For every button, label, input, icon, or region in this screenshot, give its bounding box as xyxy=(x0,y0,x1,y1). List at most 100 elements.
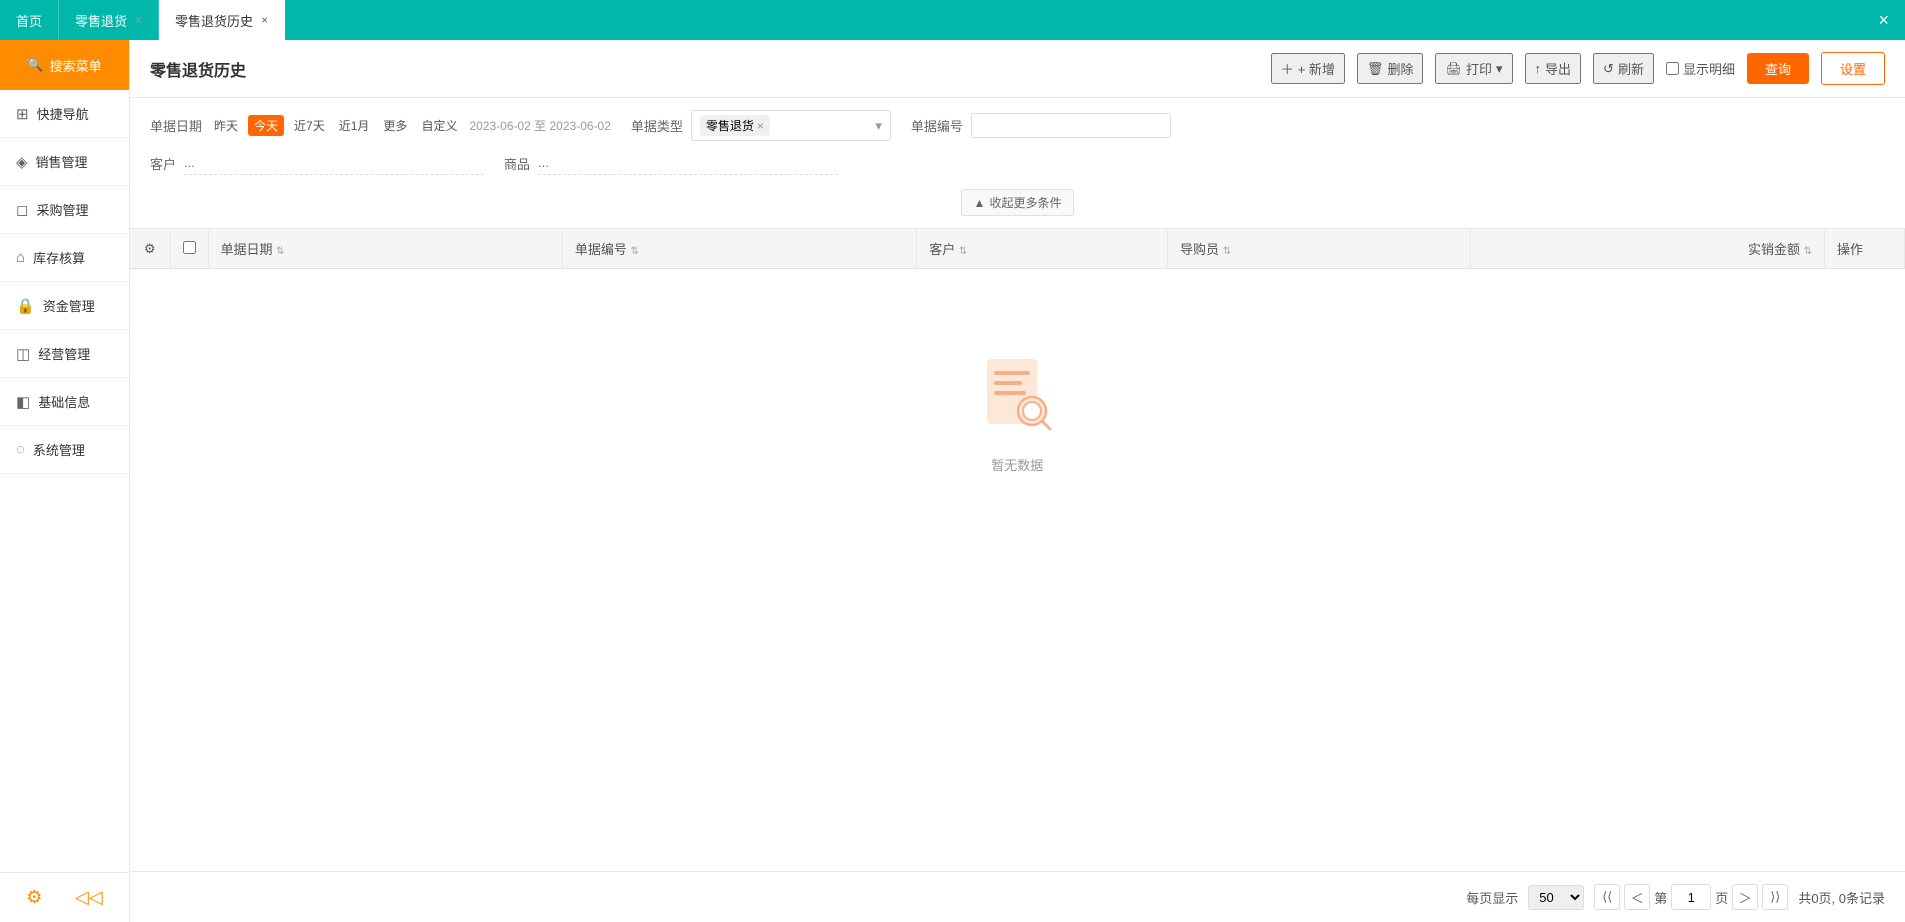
select-all-checkbox[interactable] xyxy=(183,241,196,254)
date-option-7days[interactable]: 近7天 xyxy=(290,115,329,136)
tab-bar: 首页 零售退货 × 零售退货历史 × xyxy=(0,0,1878,40)
delete-icon: 🗑 xyxy=(1367,61,1384,77)
th-date-label: 单据日期 xyxy=(221,242,273,257)
date-option-more[interactable]: 更多 xyxy=(379,115,411,136)
delete-button[interactable]: 🗑 删除 xyxy=(1357,53,1424,84)
chevron-down-icon: ▾ xyxy=(875,118,882,134)
new-button[interactable]: ＋ + 新增 xyxy=(1271,53,1345,84)
query-button[interactable]: 查询 xyxy=(1747,53,1809,84)
sidebar-item-inventory[interactable]: ⌂ 库存核算 xyxy=(0,234,129,282)
th-guide: 导购员 ⇅ xyxy=(1168,229,1471,269)
export-icon: ↑ xyxy=(1535,61,1542,76)
sidebar-item-purchase-mgmt[interactable]: ◻ 采购管理 xyxy=(0,186,129,234)
sidebar-item-label: 销售管理 xyxy=(36,152,88,171)
table-body: 暂无数据 xyxy=(130,269,1905,555)
volume-icon[interactable]: ◁◁ xyxy=(75,887,103,908)
print-icon: 🖨 xyxy=(1445,61,1462,77)
date-options: 昨天 今天 近7天 近1月 更多 自定义 xyxy=(210,115,461,136)
per-page-select[interactable]: 10 20 50 100 xyxy=(1528,885,1584,910)
voucher-type-remove-icon[interactable]: × xyxy=(757,119,764,133)
empty-text: 暂无数据 xyxy=(991,455,1043,474)
voucher-no-label: 单据编号 xyxy=(911,116,963,135)
delete-label: 删除 xyxy=(1387,59,1413,78)
refresh-label: 刷新 xyxy=(1618,59,1644,78)
th-customer: 客户 ⇅ xyxy=(917,229,1168,269)
voucher-type-group: 单据类型 零售退货 × ▾ xyxy=(631,110,891,141)
sidebar-item-quick-nav[interactable]: ⊞ 快捷导航 xyxy=(0,90,129,138)
tab-home[interactable]: 首页 xyxy=(0,0,59,40)
th-customer-label: 客户 xyxy=(929,242,955,257)
th-settings[interactable]: ⚙ xyxy=(130,229,170,269)
setting-button[interactable]: 设置 xyxy=(1821,52,1885,85)
settings-icon[interactable]: ⚙ xyxy=(26,887,42,908)
sort-icon-date[interactable]: ⇅ xyxy=(276,246,284,257)
next-page-button[interactable]: ＞ xyxy=(1732,884,1758,910)
sidebar-item-label: 资金管理 xyxy=(43,296,95,315)
inventory-icon: ⌂ xyxy=(16,249,25,266)
voucher-type-value: 零售退货 xyxy=(706,117,754,134)
date-option-yesterday[interactable]: 昨天 xyxy=(210,115,242,136)
date-option-1month[interactable]: 近1月 xyxy=(335,115,374,136)
operations-icon: ◫ xyxy=(16,345,30,363)
th-amount: 实销金额 ⇅ xyxy=(1470,229,1824,269)
th-checkbox[interactable] xyxy=(170,229,208,269)
sidebar-item-basic-info[interactable]: ◧ 基础信息 xyxy=(0,378,129,426)
collapse-button[interactable]: ▲ 收起更多条件 xyxy=(961,189,1075,216)
tab-retail-return-close[interactable]: × xyxy=(135,13,142,27)
tab-retail-return-history-close[interactable]: × xyxy=(261,13,268,27)
sidebar-item-capital-mgmt[interactable]: 🔒 资金管理 xyxy=(0,282,129,330)
date-option-custom[interactable]: 自定义 xyxy=(417,115,461,136)
table-area: ⚙ 单据日期 ⇅ 单据编号 ⇅ 客户 xyxy=(130,229,1905,871)
print-button[interactable]: 🖨 打印 ▾ xyxy=(1435,53,1512,84)
customer-input[interactable] xyxy=(184,151,484,175)
per-page-label: 每页显示 xyxy=(1466,888,1518,907)
filter-row-1: 单据日期 昨天 今天 近7天 近1月 更多 自定义 2023-06-02 至 2… xyxy=(150,110,1885,141)
filter-area: 单据日期 昨天 今天 近7天 近1月 更多 自定义 2023-06-02 至 2… xyxy=(130,98,1905,229)
sort-icon-voucher-no[interactable]: ⇅ xyxy=(630,246,638,257)
customer-filter-group: 客户 xyxy=(150,151,484,175)
sidebar-item-sales-mgmt[interactable]: ◈ 销售管理 xyxy=(0,138,129,186)
last-page-button[interactable]: ⟩⟩ xyxy=(1762,884,1788,910)
export-label: 导出 xyxy=(1545,59,1571,78)
page-header: 零售退货历史 ＋ + 新增 🗑 删除 🖨 打印 ▾ ↑ 导出 xyxy=(130,40,1905,98)
empty-illustration xyxy=(972,349,1062,439)
date-option-today[interactable]: 今天 xyxy=(248,115,284,136)
purchase-mgmt-icon: ◻ xyxy=(16,201,28,219)
window-close-button[interactable]: × xyxy=(1878,10,1889,31)
search-icon: 🔍 xyxy=(27,57,43,73)
voucher-type-select[interactable]: 零售退货 × ▾ xyxy=(691,110,891,141)
sort-icon-guide[interactable]: ⇅ xyxy=(1223,246,1231,257)
table-header: ⚙ 单据日期 ⇅ 单据编号 ⇅ 客户 xyxy=(130,229,1905,269)
th-date: 单据日期 ⇅ xyxy=(208,229,562,269)
sidebar-item-system-mgmt[interactable]: ◌ 系统管理 xyxy=(0,426,129,474)
sort-icon-amount[interactable]: ⇅ xyxy=(1804,246,1812,257)
tab-home-label: 首页 xyxy=(16,11,42,30)
sort-icon-customer[interactable]: ⇅ xyxy=(959,246,967,257)
filter-row-2: 客户 商品 xyxy=(150,151,1885,175)
goods-input[interactable] xyxy=(538,151,838,175)
th-ops: 操作 xyxy=(1825,229,1905,269)
sidebar: 🔍 搜索菜单 ⊞ 快捷导航 ◈ 销售管理 ◻ 采购管理 ⌂ 库存核算 🔒 资金 xyxy=(0,40,130,922)
display-detail[interactable]: 显示明细 xyxy=(1666,59,1735,78)
content-area: 零售退货历史 ＋ + 新增 🗑 删除 🖨 打印 ▾ ↑ 导出 xyxy=(130,40,1905,922)
sidebar-item-label: 快捷导航 xyxy=(37,104,89,123)
export-button[interactable]: ↑ 导出 xyxy=(1525,53,1582,84)
tab-retail-return-history[interactable]: 零售退货历史 × xyxy=(159,0,285,40)
first-page-button[interactable]: ⟨⟨ xyxy=(1594,884,1620,910)
customer-filter-label: 客户 xyxy=(150,154,176,173)
sidebar-item-operations[interactable]: ◫ 经营管理 xyxy=(0,330,129,378)
tab-retail-return[interactable]: 零售退货 × xyxy=(59,0,159,40)
voucher-no-input[interactable] xyxy=(971,113,1171,138)
search-menu-button[interactable]: 🔍 搜索菜单 xyxy=(0,40,129,90)
sidebar-items: ⊞ 快捷导航 ◈ 销售管理 ◻ 采购管理 ⌂ 库存核算 🔒 资金管理 ◫ 经营管… xyxy=(0,90,129,872)
voucher-type-tag: 零售退货 × xyxy=(700,115,770,136)
sidebar-item-label: 采购管理 xyxy=(36,200,88,219)
prev-page-button[interactable]: ＜ xyxy=(1624,884,1650,910)
refresh-button[interactable]: ↺ 刷新 xyxy=(1593,53,1654,84)
search-menu-label: 搜索菜单 xyxy=(50,56,102,75)
page-number-input[interactable] xyxy=(1671,884,1711,910)
display-detail-checkbox[interactable] xyxy=(1666,62,1679,75)
voucher-no-group: 单据编号 xyxy=(911,113,1171,138)
goods-filter-label: 商品 xyxy=(504,154,530,173)
new-label: + 新增 xyxy=(1298,59,1335,78)
